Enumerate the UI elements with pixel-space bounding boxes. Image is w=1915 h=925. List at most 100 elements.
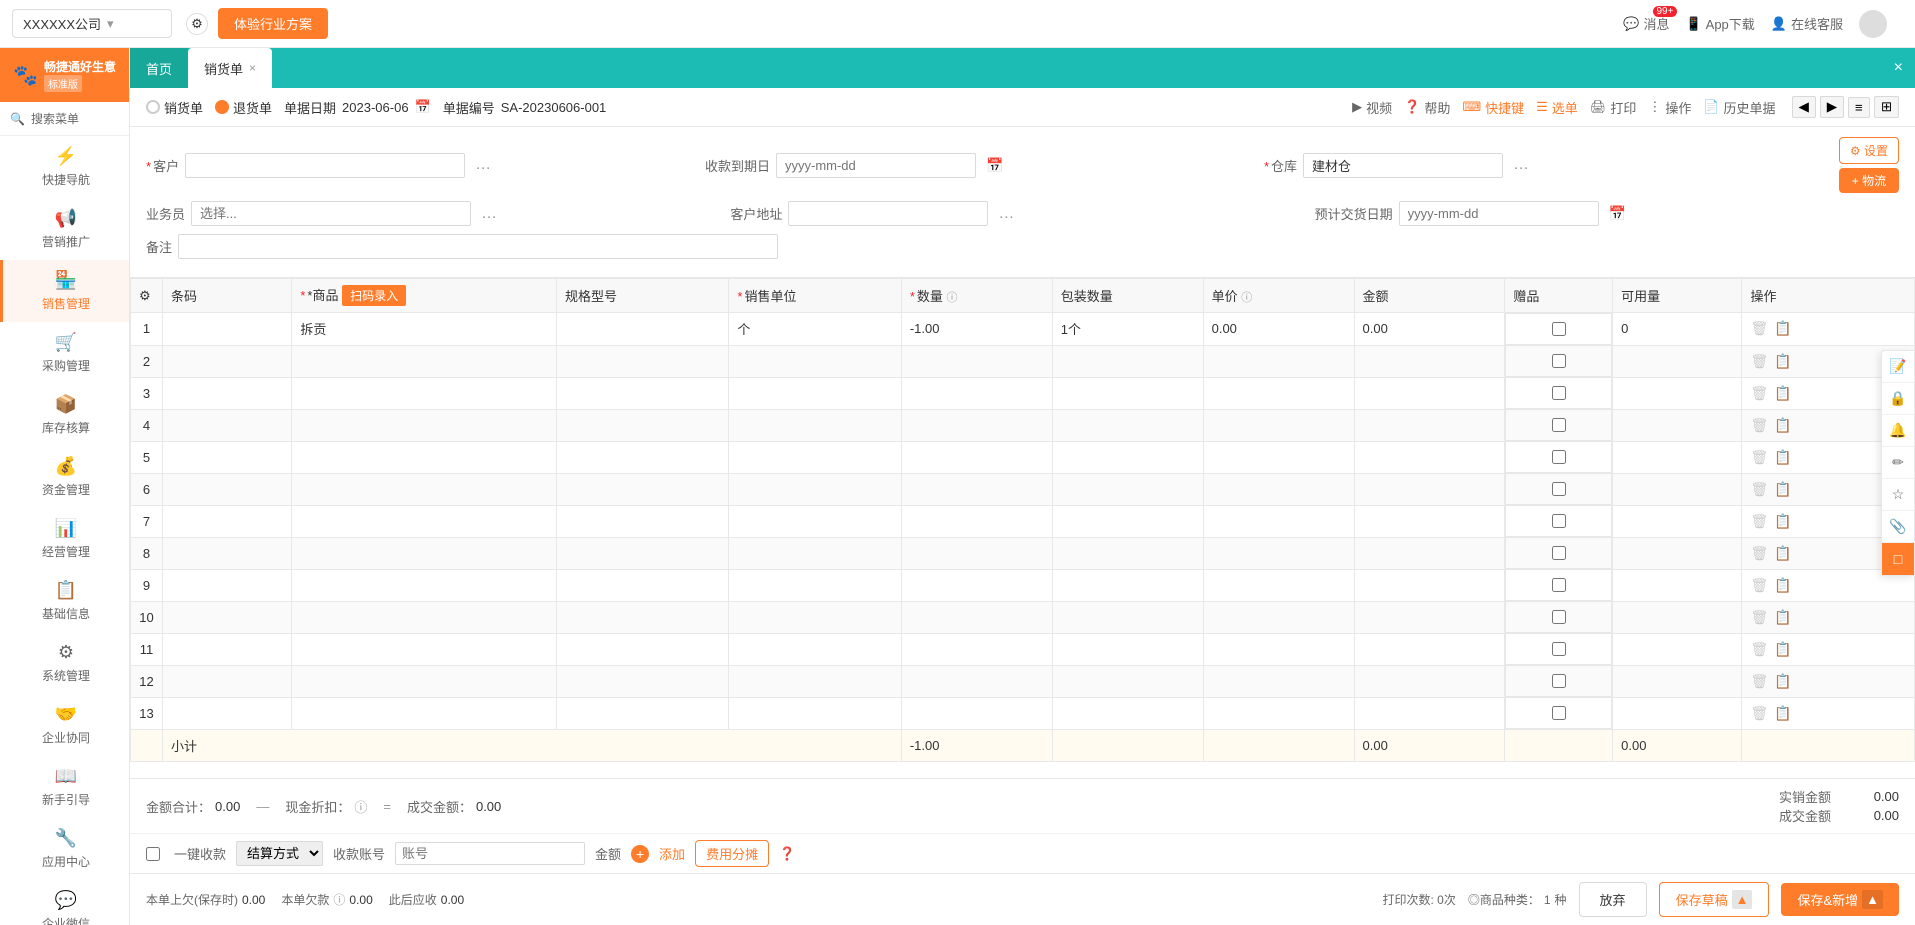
prev-btn[interactable]: ◀ — [1792, 96, 1816, 118]
right-tool-note[interactable]: 📝 — [1882, 351, 1914, 383]
help-btn[interactable]: ❓ 帮助 — [1404, 98, 1450, 117]
video-btn[interactable]: ▶ 视频 — [1352, 98, 1392, 117]
delete-row-icon[interactable]: 🗑 — [1750, 673, 1768, 690]
shortkey-btn[interactable]: ⌨ 快捷键 — [1462, 98, 1524, 117]
delete-row-icon[interactable]: 🗑 — [1750, 705, 1768, 722]
customer-input[interactable] — [185, 153, 465, 178]
one-click-checkbox[interactable] — [146, 847, 160, 861]
expense-help-icon[interactable]: ❓ — [779, 846, 795, 862]
delete-row-icon[interactable]: 🗑 — [1750, 513, 1768, 530]
cell-pack-qty-1[interactable]: 1个 — [1052, 313, 1203, 346]
copy-row-icon[interactable]: 📋 — [1774, 705, 1791, 722]
logistics-btn[interactable]: + 物流 — [1839, 168, 1899, 193]
right-tool-star[interactable]: ☆ — [1882, 479, 1914, 511]
delete-row-icon[interactable]: 🗑 — [1750, 481, 1768, 498]
sidebar-item-apps[interactable]: 🔧 应用中心 — [0, 818, 129, 880]
ops-btn[interactable]: ⋮ 操作 — [1648, 98, 1691, 117]
sidebar-item-purchase[interactable]: 🛒 采购管理 — [0, 322, 129, 384]
tab-close-icon[interactable]: × — [249, 61, 256, 75]
delete-row-icon[interactable]: 🗑 — [1750, 449, 1768, 466]
draft-btn[interactable]: 保存草稿 ▲ — [1659, 882, 1770, 917]
right-tool-clip[interactable]: 📎 — [1882, 511, 1914, 543]
delete-row-icon[interactable]: 🗑 — [1750, 353, 1768, 370]
copy-row-icon[interactable]: 📋 — [1774, 545, 1791, 562]
right-tool-orange[interactable]: □ — [1882, 543, 1914, 575]
th-settings[interactable]: ⚙ — [131, 279, 163, 313]
warehouse-input[interactable] — [1303, 153, 1503, 178]
right-tool-edit[interactable]: ✏ — [1882, 447, 1914, 479]
sidebar-item-marketing[interactable]: 📢 营销推广 — [0, 198, 129, 260]
window-close-btn[interactable]: × — [1894, 59, 1903, 77]
draft-chevron-icon[interactable]: ▲ — [1732, 890, 1753, 909]
right-tool-lock[interactable]: 🔒 — [1882, 383, 1914, 415]
delete-row-icon[interactable]: 🗑 — [1750, 641, 1768, 658]
sidebar-item-guide[interactable]: 📖 新手引导 — [0, 756, 129, 818]
online-service-btn[interactable]: 👤 在线客服 — [1771, 14, 1843, 33]
account-input[interactable] — [395, 842, 585, 865]
warehouse-dots[interactable]: … — [1513, 156, 1529, 174]
copy-row-icon[interactable]: 📋 — [1774, 641, 1791, 658]
copy-row-icon[interactable]: 📋 — [1774, 353, 1791, 370]
owe-help-icon[interactable]: ⓘ — [333, 891, 345, 908]
sidebar-item-business[interactable]: 📊 经营管理 — [0, 508, 129, 570]
tab-current[interactable]: 销货单 × — [188, 48, 272, 88]
sidebar-item-inventory[interactable]: 📦 库存核算 — [0, 384, 129, 446]
calendar-icon[interactable]: 📅 — [415, 99, 431, 115]
add-pay-btn[interactable]: + — [631, 845, 649, 863]
radio-sale[interactable]: 销货单 — [146, 98, 203, 117]
copy-row-icon[interactable]: 📋 — [1774, 513, 1791, 530]
calc-method-select[interactable]: 结算方式 — [236, 841, 323, 866]
sidebar-item-collab[interactable]: 🤝 企业协同 — [0, 694, 129, 756]
copy-row-1-icon[interactable]: 📋 — [1774, 320, 1791, 337]
discount-help[interactable]: ⓘ — [354, 797, 367, 816]
scan-btn[interactable]: 扫码录入 — [342, 285, 406, 306]
expense-btn[interactable]: 费用分摊 — [695, 840, 769, 867]
sidebar-search[interactable]: 🔍 搜索菜单 — [0, 102, 129, 136]
copy-row-icon[interactable]: 📋 — [1774, 577, 1791, 594]
sidebar-item-quick-nav[interactable]: ⚡ 快捷导航 — [0, 136, 129, 198]
copy-row-icon[interactable]: 📋 — [1774, 449, 1791, 466]
delete-row-icon[interactable]: 🗑 — [1750, 385, 1768, 402]
trial-btn[interactable]: 体验行业方案 — [218, 8, 328, 39]
cell-spec-1[interactable] — [556, 313, 728, 346]
delete-row-icon[interactable]: 🗑 — [1750, 545, 1768, 562]
sidebar-item-basics[interactable]: 📋 基础信息 — [0, 570, 129, 632]
expected-cal-icon[interactable]: 📅 — [1609, 205, 1626, 222]
choose-btn[interactable]: ☰ 选单 — [1536, 98, 1578, 117]
cell-barcode-1[interactable] — [163, 313, 292, 346]
copy-row-icon[interactable]: 📋 — [1774, 417, 1791, 434]
copy-row-icon[interactable]: 📋 — [1774, 673, 1791, 690]
company-selector[interactable]: XXXXXX公司 ▾ — [12, 9, 172, 38]
settings-icon[interactable]: ⚙ — [186, 13, 208, 35]
copy-row-icon[interactable]: 📋 — [1774, 385, 1791, 402]
notes-input[interactable] — [178, 234, 778, 259]
salesman-dots[interactable]: … — [481, 205, 497, 223]
save-new-btn[interactable]: 保存&新增 ▲ — [1781, 883, 1899, 916]
cell-price-1[interactable]: 0.00 — [1203, 313, 1354, 346]
copy-row-icon[interactable]: 📋 — [1774, 481, 1791, 498]
delete-row-1-icon[interactable]: 🗑 — [1750, 320, 1768, 337]
sidebar-item-finance[interactable]: 💰 资金管理 — [0, 446, 129, 508]
delete-row-icon[interactable]: 🗑 — [1750, 577, 1768, 594]
cell-unit-1[interactable]: 个 — [729, 313, 901, 346]
salesman-input[interactable] — [191, 201, 471, 226]
user-avatar[interactable] — [1859, 10, 1887, 38]
abandon-btn[interactable]: 放弃 — [1579, 882, 1647, 917]
message-btn[interactable]: 💬 消息 99+ — [1623, 14, 1669, 33]
receive-cal-icon[interactable]: 📅 — [986, 157, 1003, 174]
cell-qty-1[interactable]: -1.00 — [901, 313, 1052, 346]
right-tool-bell[interactable]: 🔔 — [1882, 415, 1914, 447]
print-btn[interactable]: 🖨 打印 — [1590, 98, 1637, 117]
sidebar-item-weixin[interactable]: 💬 企业微信 — [0, 880, 129, 925]
delete-row-icon[interactable]: 🗑 — [1750, 417, 1768, 434]
view-grid-btn[interactable]: ⊞ — [1874, 96, 1899, 118]
cell-gift-1[interactable] — [1505, 313, 1612, 345]
expected-date-input[interactable] — [1399, 201, 1599, 226]
cell-amount-1[interactable]: 0.00 — [1354, 313, 1505, 346]
tab-home[interactable]: 首页 — [130, 48, 188, 88]
app-download-btn[interactable]: 📱 App下载 — [1685, 14, 1754, 33]
sidebar-item-sales[interactable]: 🏪 销售管理 — [0, 260, 129, 322]
save-new-chevron-icon[interactable]: ▲ — [1862, 890, 1883, 909]
radio-return[interactable]: 退货单 — [215, 98, 272, 117]
delete-row-icon[interactable]: 🗑 — [1750, 609, 1768, 626]
